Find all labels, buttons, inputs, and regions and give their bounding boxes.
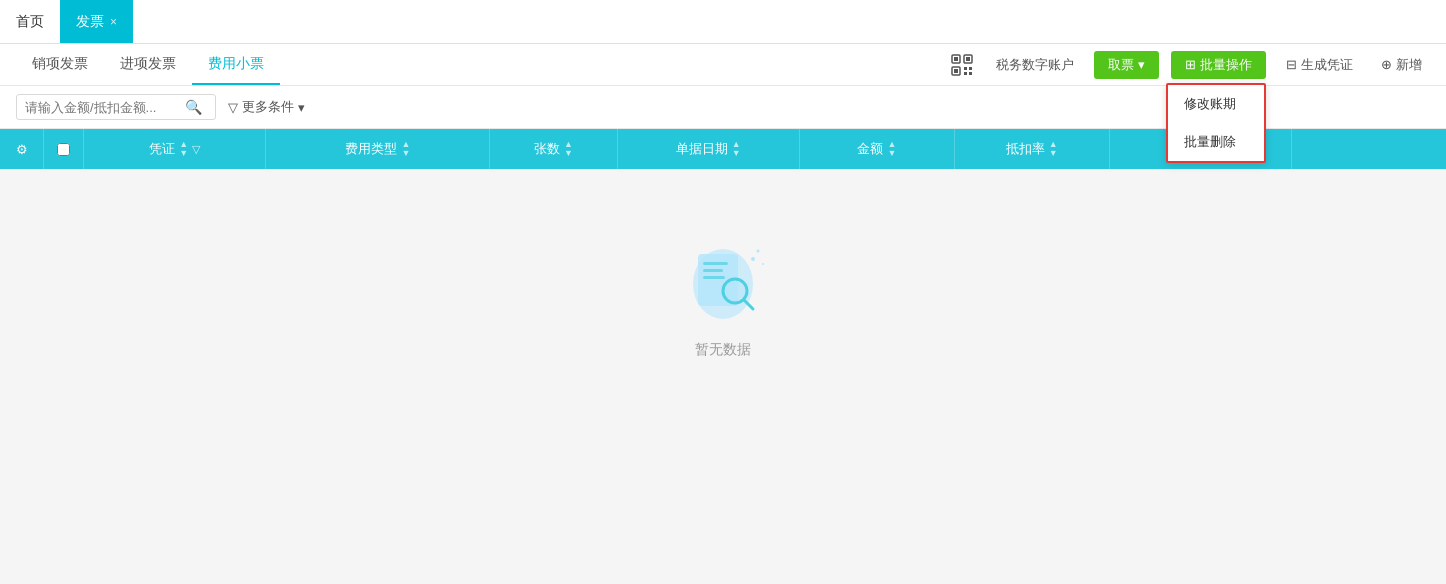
- qr-icon[interactable]: [948, 51, 976, 79]
- th-voucher[interactable]: 凭证 ▲▼ ▽: [84, 129, 266, 169]
- select-all-checkbox[interactable]: [57, 143, 70, 156]
- more-filters-button[interactable]: ▽ 更多条件 ▾: [228, 98, 305, 116]
- empty-illustration: [673, 229, 773, 329]
- sort-icon: ▲▼: [179, 140, 188, 158]
- sort-icon: ▲▼: [564, 140, 573, 158]
- search-icon: 🔍: [185, 99, 202, 115]
- svg-point-17: [751, 257, 755, 261]
- svg-rect-9: [969, 72, 972, 75]
- th-extra: [1292, 129, 1446, 169]
- home-tab[interactable]: 首页: [0, 0, 60, 43]
- close-icon[interactable]: ×: [110, 15, 117, 29]
- th-deduction-rate[interactable]: 抵扣率 ▲▼: [955, 129, 1110, 169]
- th-checkbox[interactable]: [44, 129, 84, 169]
- tax-digital-button[interactable]: 税务数字账户: [988, 56, 1082, 74]
- svg-point-19: [762, 263, 764, 265]
- tab-expense[interactable]: 费用小票: [192, 44, 280, 85]
- sort-icon: ▲▼: [401, 140, 410, 158]
- svg-rect-7: [969, 67, 972, 70]
- batch-delete-item[interactable]: 批量删除: [1168, 123, 1264, 161]
- invoice-tab-label: 发票: [76, 13, 104, 31]
- batch-icon: ⊞: [1185, 57, 1196, 72]
- svg-rect-6: [964, 67, 967, 70]
- batch-operation-container: ⊞ 批量操作 修改账期 批量删除: [1171, 51, 1266, 79]
- tab-sales[interactable]: 销项发票: [16, 44, 104, 85]
- filter-icon[interactable]: ▽: [192, 143, 200, 156]
- batch-dropdown-menu: 修改账期 批量删除: [1166, 83, 1266, 163]
- filter-icon: ▽: [228, 100, 238, 115]
- svg-point-18: [757, 250, 760, 253]
- svg-rect-13: [703, 269, 723, 272]
- sub-tabs-right: 税务数字账户 取票 ▾ ⊞ 批量操作 修改账期 批量删除 ⊟ 生成凭证: [948, 51, 1430, 79]
- plus-icon: ⊕: [1381, 57, 1392, 72]
- sort-icon: ▲▼: [732, 140, 741, 158]
- svg-rect-12: [703, 262, 728, 265]
- svg-rect-1: [954, 57, 958, 61]
- svg-rect-5: [954, 69, 958, 73]
- modify-period-item[interactable]: 修改账期: [1168, 85, 1264, 123]
- search-input[interactable]: [25, 100, 185, 115]
- take-ticket-button[interactable]: 取票 ▾: [1094, 51, 1159, 79]
- svg-rect-14: [703, 276, 725, 279]
- svg-rect-3: [966, 57, 970, 61]
- sub-tabs-bar: 销项发票 进项发票 费用小票 税务数字账户: [0, 44, 1446, 86]
- gear-icon: ⚙: [16, 142, 28, 157]
- th-date[interactable]: 单据日期 ▲▼: [618, 129, 800, 169]
- th-count[interactable]: 张数 ▲▼: [490, 129, 617, 169]
- top-nav: 首页 发票 ×: [0, 0, 1446, 44]
- generate-voucher-button[interactable]: ⊟ 生成凭证: [1278, 56, 1361, 74]
- voucher-icon: ⊟: [1286, 57, 1297, 72]
- sub-tabs-left: 销项发票 进项发票 费用小票: [16, 44, 280, 85]
- sort-icon: ▲▼: [1049, 140, 1058, 158]
- th-settings[interactable]: ⚙: [0, 129, 44, 169]
- sort-icon: ▲▼: [887, 140, 896, 158]
- batch-operation-button[interactable]: ⊞ 批量操作: [1171, 51, 1266, 79]
- th-expense-type[interactable]: 费用类型 ▲▼: [266, 129, 490, 169]
- invoice-tab[interactable]: 发票 ×: [60, 0, 133, 43]
- add-button[interactable]: ⊕ 新增: [1373, 56, 1430, 74]
- svg-rect-8: [964, 72, 967, 75]
- th-amount[interactable]: 金额 ▲▼: [800, 129, 955, 169]
- empty-state: 暂无数据: [0, 169, 1446, 399]
- search-input-wrap[interactable]: 🔍: [16, 94, 216, 120]
- empty-text: 暂无数据: [695, 341, 751, 359]
- chevron-down-icon: ▾: [298, 100, 305, 115]
- tab-input[interactable]: 进项发票: [104, 44, 192, 85]
- home-label: 首页: [16, 13, 44, 31]
- chevron-down-icon: ▾: [1138, 57, 1145, 72]
